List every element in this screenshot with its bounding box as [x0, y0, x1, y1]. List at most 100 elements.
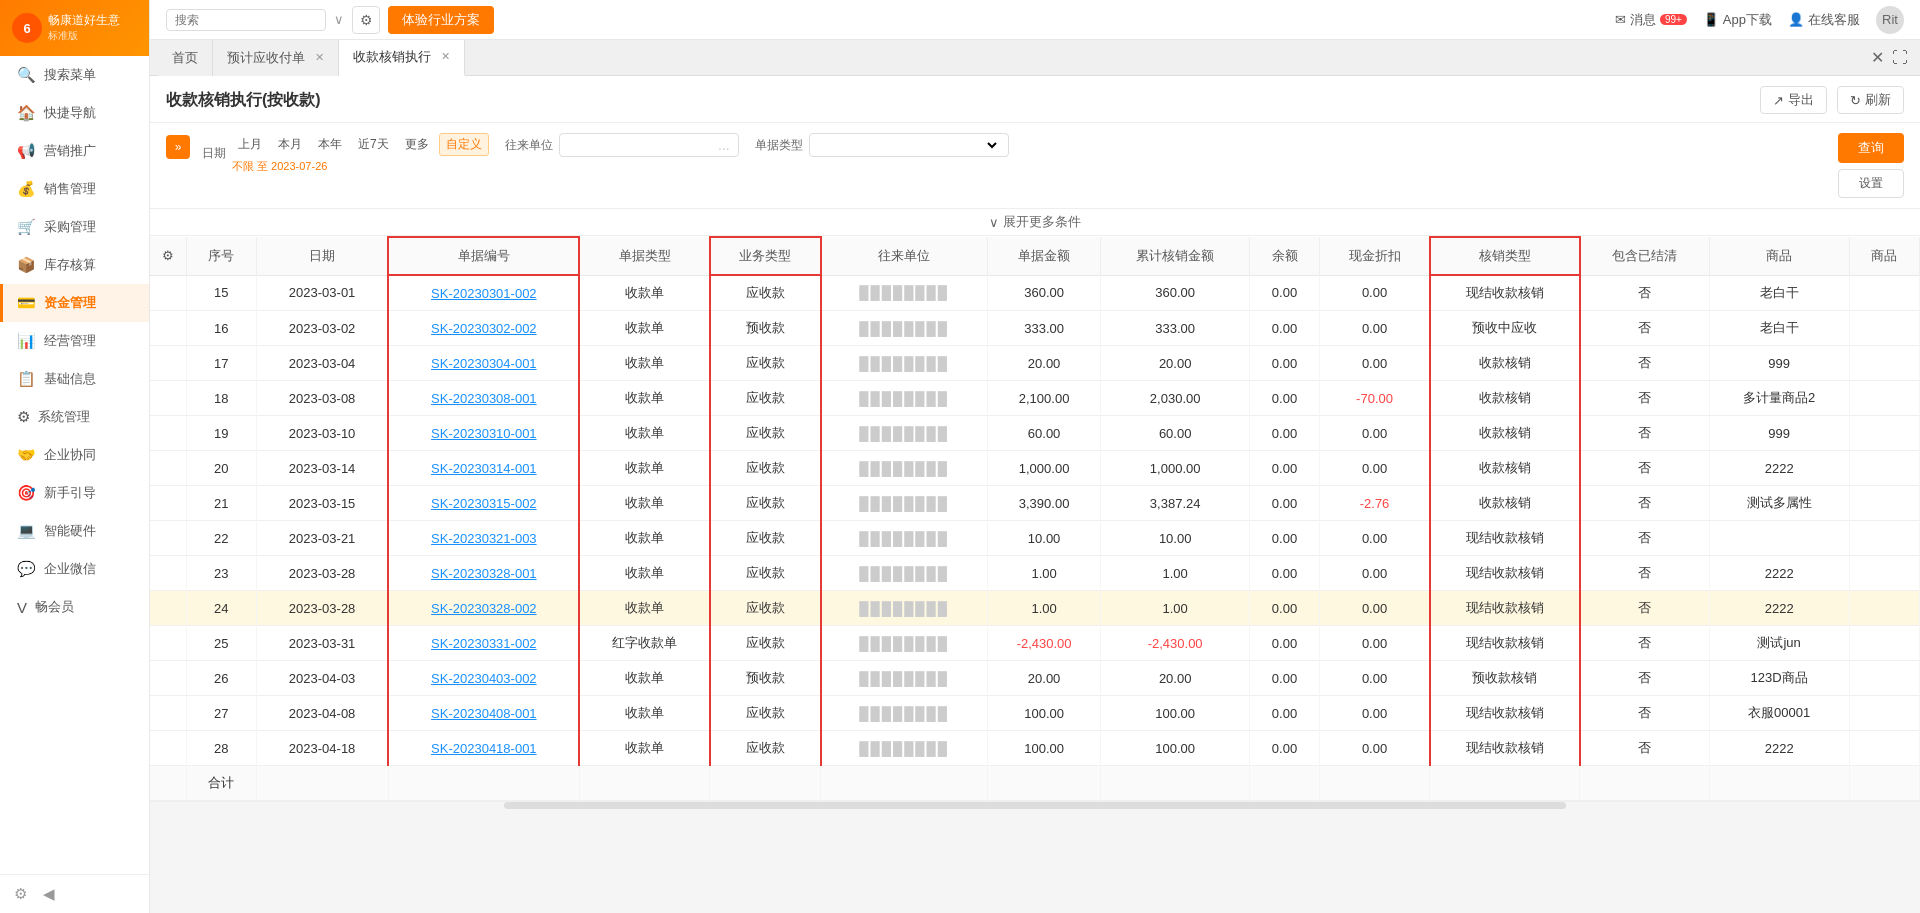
table-cell	[150, 556, 186, 591]
table-cell: 否	[1580, 346, 1710, 381]
app-download-label: App下载	[1723, 11, 1772, 29]
total-cell	[710, 766, 821, 801]
sidebar-item-sales[interactable]: 💰 销售管理	[0, 170, 149, 208]
total-cell	[579, 766, 709, 801]
sidebar-item-member[interactable]: V 畅会员	[0, 588, 149, 626]
search-input[interactable]	[166, 9, 326, 31]
total-cell: 合计	[186, 766, 256, 801]
tab-close-all-icon[interactable]: ✕	[1871, 48, 1884, 67]
table-cell	[150, 346, 186, 381]
table-cell[interactable]: 2023-03-21	[256, 521, 388, 556]
sidebar-item-enterprise[interactable]: 🤝 企业协同	[0, 436, 149, 474]
filter-toggle-button[interactable]: »	[166, 135, 190, 159]
table-cell	[1849, 451, 1920, 486]
sidebar-item-guide[interactable]: 🎯 新手引导	[0, 474, 149, 512]
sidebar-item-wechat[interactable]: 💬 企业微信	[0, 550, 149, 588]
user-avatar[interactable]: Rit	[1876, 6, 1904, 34]
table-cell[interactable]: 2023-03-08	[256, 381, 388, 416]
table-cell[interactable]: 2023-03-14	[256, 451, 388, 486]
tab-preorder[interactable]: 预计应收付单 ✕	[213, 40, 339, 76]
settings-button[interactable]: ⚙	[352, 6, 380, 34]
sidebar-item-system[interactable]: ⚙ 系统管理	[0, 398, 149, 436]
scrollbar-thumb	[504, 802, 1566, 809]
table-cell[interactable]: 2023-03-01	[256, 275, 388, 311]
sidebar-item-nav[interactable]: 🏠 快捷导航	[0, 94, 149, 132]
total-cell	[1249, 766, 1319, 801]
date-btn-last-month[interactable]: 上月	[232, 134, 268, 155]
settings-icon[interactable]: ⚙	[14, 885, 27, 903]
collapse-icon[interactable]: ◀	[43, 885, 55, 903]
table-cell	[150, 275, 186, 311]
table-cell: SK-20230331-002	[388, 626, 579, 661]
online-service-button[interactable]: 👤 在线客服	[1788, 11, 1860, 29]
messages-button[interactable]: ✉ 消息 99+	[1615, 11, 1687, 29]
table-cell: 0.00	[1249, 311, 1319, 346]
tab-maximize-icon[interactable]: ⛶	[1892, 49, 1908, 67]
table-cell[interactable]: 2023-03-15	[256, 486, 388, 521]
date-btn-more[interactable]: 更多	[399, 134, 435, 155]
sidebar-item-operation[interactable]: 📊 经营管理	[0, 322, 149, 360]
date-btn-custom[interactable]: 自定义	[439, 133, 489, 156]
table-cell: 23	[186, 556, 256, 591]
receipt-type-select[interactable]	[818, 137, 1000, 153]
table-cell: SK-20230328-001	[388, 556, 579, 591]
sidebar-item-purchase[interactable]: 🛒 采购管理	[0, 208, 149, 246]
table-total-row: 合计	[150, 766, 1920, 801]
table-cell: 17	[186, 346, 256, 381]
date-btn-7days[interactable]: 近7天	[352, 134, 395, 155]
table-cell: 21	[186, 486, 256, 521]
table-cell: 预收款核销	[1430, 661, 1580, 696]
hardware-icon: 💻	[17, 522, 36, 540]
sidebar-item-search[interactable]: 🔍 搜索菜单	[0, 56, 149, 94]
refresh-button[interactable]: ↻ 刷新	[1837, 86, 1904, 114]
table-cell[interactable]: 2023-03-28	[256, 591, 388, 626]
sidebar-item-hardware[interactable]: 💻 智能硬件	[0, 512, 149, 550]
table-cell: 应收款	[710, 381, 821, 416]
purchase-icon: 🛒	[17, 218, 36, 236]
sidebar-item-marketing[interactable]: 📢 营销推广	[0, 132, 149, 170]
table-cell: 收款单	[579, 521, 709, 556]
table-cell: 333.00	[1101, 311, 1249, 346]
table-scrollbar[interactable]	[150, 801, 1920, 809]
date-btn-this-month[interactable]: 本月	[272, 134, 308, 155]
table-cell[interactable]: 2023-03-04	[256, 346, 388, 381]
table-cell: ████████	[821, 556, 988, 591]
total-cell	[150, 766, 186, 801]
table-cell: 2222	[1709, 451, 1849, 486]
solution-button[interactable]: 体验行业方案	[388, 6, 494, 34]
filter-setting-button[interactable]: 设置	[1838, 169, 1904, 198]
company-input[interactable]	[568, 138, 718, 152]
table-cell[interactable]: 2023-03-10	[256, 416, 388, 451]
table-cell: -2,430.00	[987, 626, 1101, 661]
tab-home[interactable]: 首页	[158, 40, 213, 76]
col-settings[interactable]: ⚙	[150, 237, 186, 275]
tab-collection-close[interactable]: ✕	[441, 50, 450, 63]
sidebar-item-basic[interactable]: 📋 基础信息	[0, 360, 149, 398]
sidebar-item-inventory[interactable]: 📦 库存核算	[0, 246, 149, 284]
expand-conditions-button[interactable]: ∨ 展开更多条件	[989, 213, 1081, 231]
table-row: 232023-03-28SK-20230328-001收款单应收款███████…	[150, 556, 1920, 591]
query-button[interactable]: 查询	[1838, 133, 1904, 163]
table-cell: 否	[1580, 381, 1710, 416]
tab-collection[interactable]: 收款核销执行 ✕	[339, 40, 465, 76]
table-cell[interactable]: 2023-04-18	[256, 731, 388, 766]
table-cell: 0.00	[1320, 591, 1430, 626]
table-cell[interactable]: 2023-03-02	[256, 311, 388, 346]
table-cell: 0.00	[1249, 381, 1319, 416]
sidebar-item-finance[interactable]: 💳 资金管理	[0, 284, 149, 322]
table-header-row: ⚙ 序号 日期 单据编号 单据类型 业务类型 往来单位 单据金额 累计核销金额 …	[150, 237, 1920, 275]
table-cell[interactable]: 2023-04-08	[256, 696, 388, 731]
table-cell: 应收款	[710, 521, 821, 556]
table-cell: 2,030.00	[1101, 381, 1249, 416]
table-cell[interactable]: 2023-03-28	[256, 556, 388, 591]
app-download-button[interactable]: 📱 App下载	[1703, 11, 1772, 29]
date-btn-this-year[interactable]: 本年	[312, 134, 348, 155]
table-cell: 收款单	[579, 451, 709, 486]
table-cell: 20.00	[987, 346, 1101, 381]
expand-row: ∨ 展开更多条件	[150, 209, 1920, 236]
export-button[interactable]: ↗ 导出	[1760, 86, 1827, 114]
tab-preorder-close[interactable]: ✕	[315, 51, 324, 64]
table-row: 192023-03-10SK-20230310-001收款单应收款███████…	[150, 416, 1920, 451]
table-cell[interactable]: 2023-03-31	[256, 626, 388, 661]
table-cell[interactable]: 2023-04-03	[256, 661, 388, 696]
